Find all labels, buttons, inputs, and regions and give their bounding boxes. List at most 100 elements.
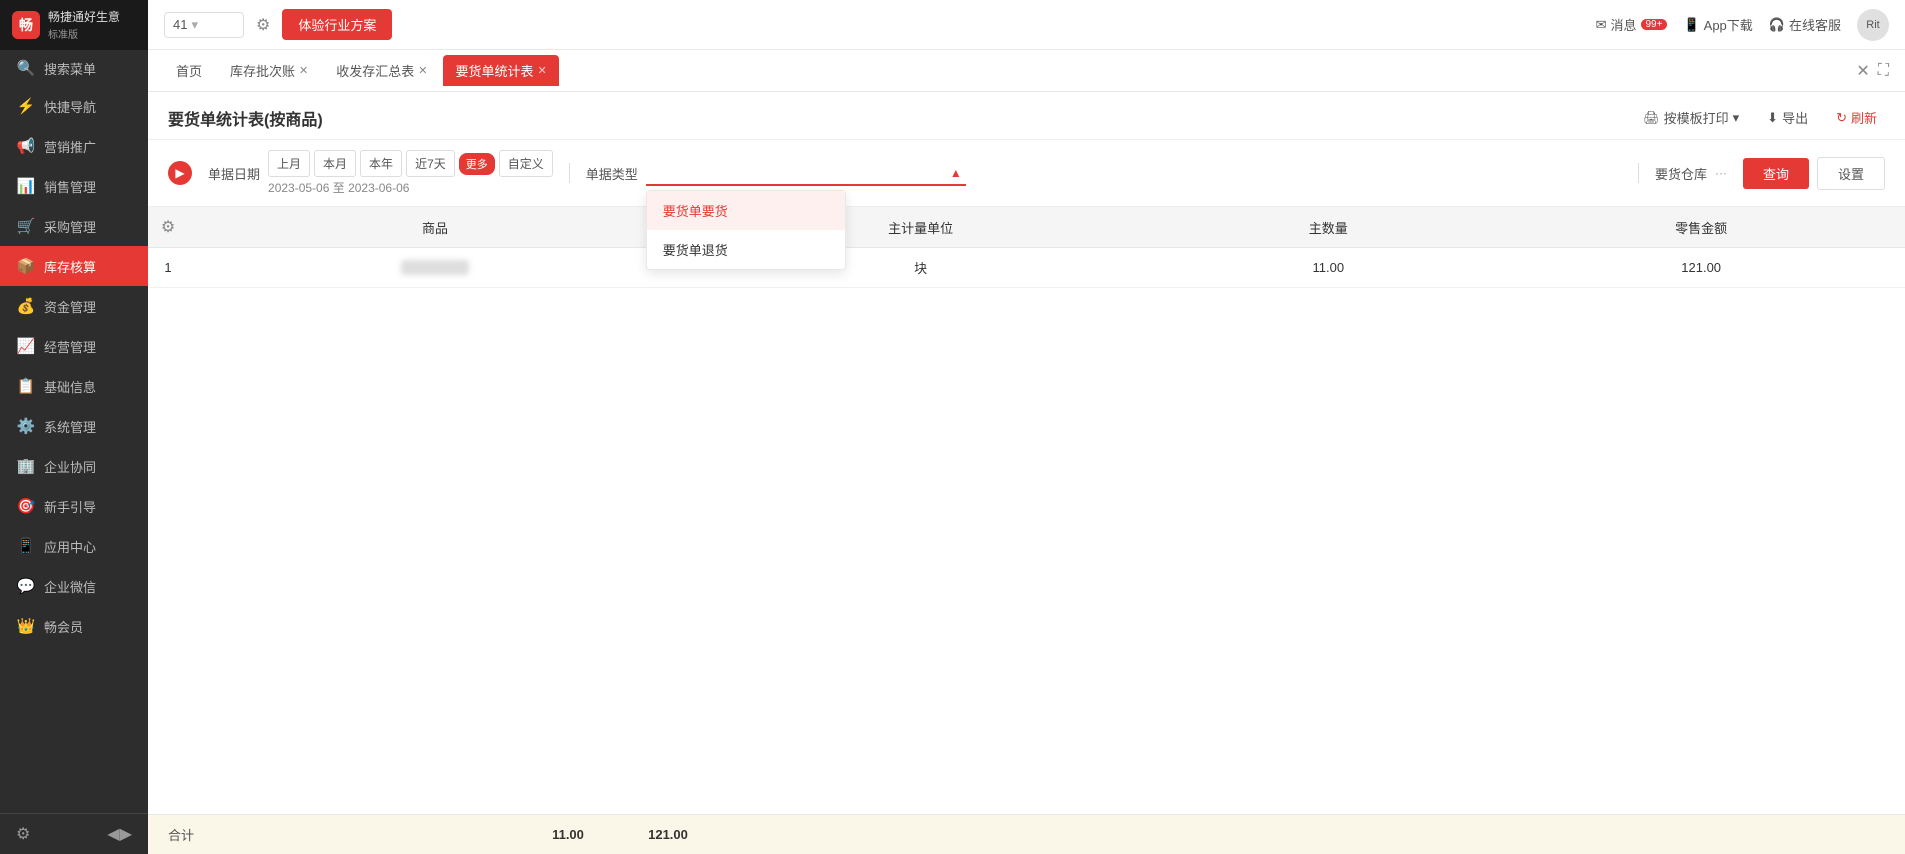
type-filter-label: 单据类型 — [586, 164, 638, 183]
dropdown-item-order-return[interactable]: 要货单退货 — [647, 230, 845, 269]
print-dropdown-icon: ▾ — [1733, 110, 1740, 126]
sidebar-item-sales[interactable]: 📊 销售管理 — [0, 166, 148, 206]
date-btn-last-7days[interactable]: 近7天 — [406, 150, 455, 177]
sidebar-item-label: 库存核算 — [44, 257, 96, 276]
export-icon: ⬇ — [1767, 110, 1778, 126]
sidebar-item-basic[interactable]: 📋 基础信息 — [0, 366, 148, 406]
sidebar-item-label: 销售管理 — [44, 177, 96, 196]
enterprise-icon: 🏢 — [16, 456, 36, 476]
chevron-down-icon: ▾ — [191, 17, 198, 33]
sidebar-item-label: 基础信息 — [44, 377, 96, 396]
tab-receivable-summary[interactable]: 收发存汇总表 ✕ — [324, 55, 439, 86]
sidebar-item-purchase[interactable]: 🛒 采购管理 — [0, 206, 148, 246]
warehouse-filter-label: 要货仓库 — [1655, 164, 1707, 183]
filter-expand-btn[interactable]: ▶ — [168, 161, 192, 185]
guide-icon: 🎯 — [16, 496, 36, 516]
tab-close-all-icon[interactable]: ✕ — [1856, 61, 1869, 81]
topbar-left: 41 ▾ ⚙ 体验行业方案 — [164, 9, 392, 40]
date-range-display: 2023-05-06 至 2023-06-06 — [268, 179, 409, 196]
sidebar-item-operation[interactable]: 📈 经营管理 — [0, 326, 148, 366]
sidebar-item-marketing[interactable]: 📢 营销推广 — [0, 126, 148, 166]
sidebar-item-label: 新手引导 — [44, 497, 96, 516]
sidebar-logo: 畅 畅捷通好生意 标准版 — [0, 0, 148, 50]
refresh-label: 刷新 — [1851, 108, 1877, 127]
sidebar-item-finance[interactable]: 💰 资金管理 — [0, 286, 148, 326]
topbar-gear-icon[interactable]: ⚙ — [256, 15, 270, 35]
date-btn-this-month[interactable]: 本月 — [314, 150, 356, 177]
print-template-btn[interactable]: 🖨 按模板打印 ▾ — [1635, 104, 1747, 131]
export-btn[interactable]: ⬇ 导出 — [1759, 104, 1816, 131]
type-filter-group: 单据类型 ▲ 要货单要货 要货单退货 — [586, 161, 1622, 186]
messages-badge: 99+ — [1641, 19, 1668, 30]
refresh-btn[interactable]: ↻ 刷新 — [1828, 104, 1885, 131]
sidebar-item-system[interactable]: ⚙️ 系统管理 — [0, 406, 148, 446]
search-icon: 🔍 — [16, 58, 36, 78]
col-settings: ⚙ — [148, 207, 188, 248]
type-select-wrapper: ▲ 要货单要货 要货单退货 — [646, 161, 966, 186]
filter-separator-1 — [569, 163, 570, 183]
sidebar: 畅 畅捷通好生意 标准版 🔍 搜索菜单 ⚡ 快捷导航 📢 营销推广 📊 销售管理… — [0, 0, 148, 854]
footer-amount: 121.00 — [628, 827, 708, 842]
tab-order-stats-close[interactable]: ✕ — [538, 64, 547, 77]
date-btn-last-month[interactable]: 上月 — [268, 150, 310, 177]
company-selector[interactable]: 41 ▾ — [164, 12, 244, 38]
logo-text-wrapper: 畅捷通好生意 标准版 — [48, 9, 120, 41]
sidebar-collapse-icon[interactable]: ◀▶ — [107, 824, 132, 844]
type-select-input[interactable] — [646, 161, 966, 186]
sidebar-item-wechat[interactable]: 💬 企业微信 — [0, 566, 148, 606]
footer-quantity: 11.00 — [528, 827, 608, 842]
filter-actions: 查询 设置 — [1743, 157, 1885, 190]
tab-inventory-batch[interactable]: 库存批次账 ✕ — [218, 55, 320, 86]
sidebar-item-guide[interactable]: 🎯 新手引导 — [0, 486, 148, 526]
footer-label: 合计 — [168, 825, 408, 844]
sidebar-nav: ⚡ 快捷导航 📢 营销推广 📊 销售管理 🛒 采购管理 📦 库存核算 💰 资金管… — [0, 86, 148, 813]
topbar: 41 ▾ ⚙ 体验行业方案 ✉ 消息 99+ 📱 App下载 🎧 在线客服 Ri… — [148, 0, 1905, 50]
query-button[interactable]: 查询 — [1743, 158, 1809, 189]
type-dropdown: 要货单要货 要货单退货 — [646, 190, 846, 270]
tab-home[interactable]: 首页 — [164, 55, 214, 86]
sales-icon: 📊 — [16, 176, 36, 196]
logo-sub: 标准版 — [48, 26, 120, 41]
export-label: 导出 — [1782, 108, 1808, 127]
sidebar-item-inventory[interactable]: 📦 库存核算 — [0, 246, 148, 286]
tab-inventory-batch-close[interactable]: ✕ — [299, 64, 308, 77]
user-avatar[interactable]: Rit — [1857, 9, 1889, 41]
topbar-right: ✉ 消息 99+ 📱 App下载 🎧 在线客服 Rit — [1596, 9, 1889, 41]
date-btn-more[interactable]: 更多 — [459, 153, 495, 175]
refresh-icon: ↻ — [1836, 110, 1847, 126]
page-header: 要货单统计表(按商品) 🖨 按模板打印 ▾ ⬇ 导出 ↻ 刷新 — [148, 92, 1905, 140]
date-filter-label: 单据日期 — [208, 164, 260, 183]
online-service-btn[interactable]: 🎧 在线客服 — [1769, 15, 1841, 34]
messages-btn[interactable]: ✉ 消息 99+ — [1596, 15, 1668, 34]
app-download-btn[interactable]: 📱 App下载 — [1683, 15, 1752, 34]
date-buttons: 上月 本月 本年 近7天 更多 自定义 — [268, 150, 553, 177]
settings-button[interactable]: 设置 — [1817, 157, 1885, 190]
message-icon: ✉ — [1596, 17, 1607, 33]
sidebar-item-label: 快捷导航 — [44, 97, 96, 116]
date-btn-custom[interactable]: 自定义 — [499, 150, 553, 177]
content-area: 要货单统计表(按商品) 🖨 按模板打印 ▾ ⬇ 导出 ↻ 刷新 ▶ — [148, 92, 1905, 854]
sidebar-settings-icon[interactable]: ⚙ — [16, 824, 30, 844]
tab-receivable-summary-close[interactable]: ✕ — [418, 64, 427, 77]
sidebar-item-quick-nav[interactable]: ⚡ 快捷导航 — [0, 86, 148, 126]
warehouse-more-icon[interactable]: ··· — [1715, 166, 1727, 180]
tab-order-stats[interactable]: 要货单统计表 ✕ — [443, 55, 558, 86]
print-icon: 🖨 — [1643, 110, 1660, 126]
type-select-arrow-icon[interactable]: ▲ — [950, 166, 962, 180]
sidebar-footer: ⚙ ◀▶ — [0, 813, 148, 854]
finance-icon: 💰 — [16, 296, 36, 316]
warehouse-filter-group: 要货仓库 ··· — [1655, 164, 1727, 183]
sidebar-item-app-center[interactable]: 📱 应用中心 — [0, 526, 148, 566]
table-header-row: ⚙ 商品 主计量单位 主数量 零售金额 — [148, 207, 1905, 248]
sidebar-item-label: 搜索菜单 — [44, 59, 96, 78]
online-service-label: 在线客服 — [1789, 15, 1841, 34]
sidebar-item-enterprise[interactable]: 🏢 企业协同 — [0, 446, 148, 486]
sidebar-item-member[interactable]: 👑 畅会员 — [0, 606, 148, 646]
industry-btn[interactable]: 体验行业方案 — [282, 9, 392, 40]
column-settings-icon[interactable]: ⚙ — [161, 219, 175, 236]
sidebar-item-search[interactable]: 🔍 搜索菜单 — [0, 50, 148, 86]
dropdown-item-order-goods[interactable]: 要货单要货 — [647, 191, 845, 230]
tab-receivable-summary-label: 收发存汇总表 — [336, 61, 414, 80]
tab-fullscreen-icon[interactable]: ⛶ — [1878, 62, 1889, 80]
date-btn-this-year[interactable]: 本年 — [360, 150, 402, 177]
